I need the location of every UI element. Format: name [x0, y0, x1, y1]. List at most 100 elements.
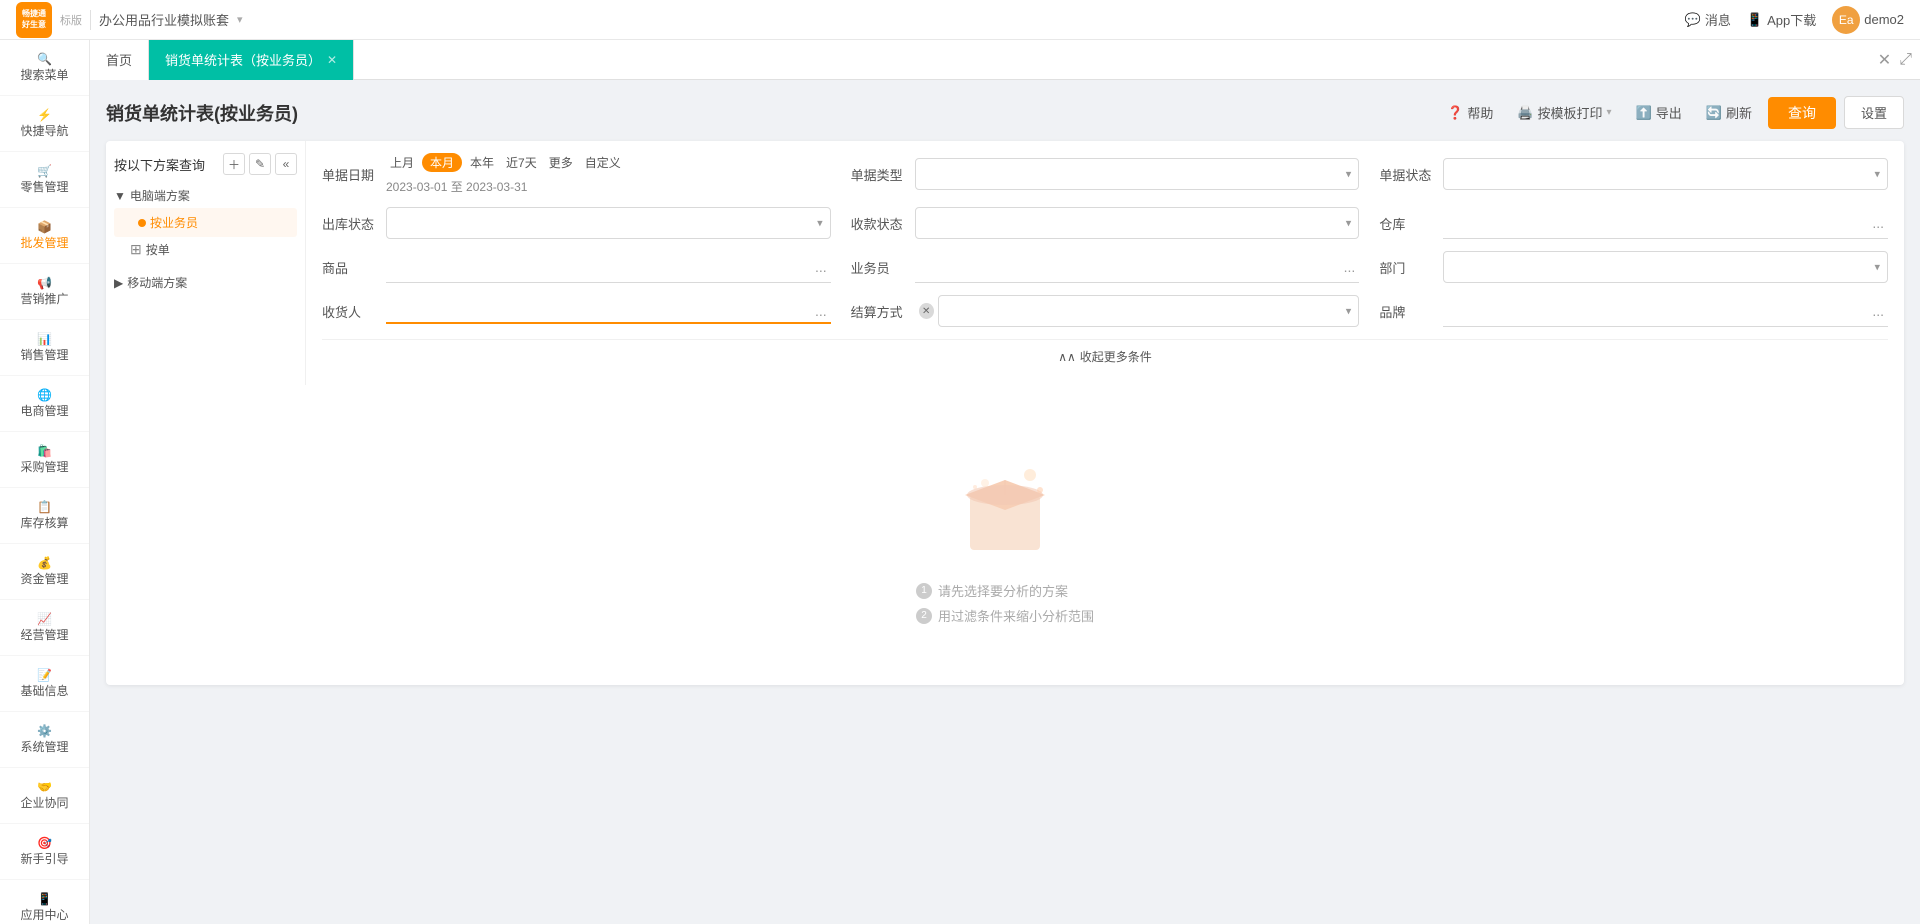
window-close-btn[interactable]: ✕ — [1878, 50, 1891, 70]
bill-status-select-wrapper — [1443, 158, 1888, 190]
sidebar-item-app-center[interactable]: 📱 应用中心 — [0, 880, 89, 924]
sidebar-item-search-menu[interactable]: 🔍 搜索菜单 — [0, 40, 89, 96]
product-dots-icon[interactable]: ... — [815, 259, 827, 275]
empty-tips: 1 请先选择要分析的方案 2 用过滤条件来缩小分析范围 — [916, 581, 1094, 625]
sidebar-item-ops[interactable]: 📈 经营管理 — [0, 600, 89, 656]
enterprise-icon: 🤝 — [4, 780, 85, 794]
bill-type-select[interactable] — [915, 158, 1360, 190]
sidebar-item-sales-mgmt[interactable]: 📊 销售管理 — [0, 320, 89, 376]
finance-icon: 💰 — [4, 556, 85, 570]
app-download-btn[interactable]: 📱 App下载 — [1747, 10, 1816, 29]
salesperson-control: ... — [915, 251, 1360, 283]
app-selector[interactable]: 办公用品行业模拟账套 — [99, 10, 229, 29]
settings-btn[interactable]: 设置 — [1844, 96, 1904, 129]
export-btn[interactable]: ⬆️ 导出 — [1628, 99, 1690, 126]
sidebar-item-finance[interactable]: 💰 资金管理 — [0, 544, 89, 600]
sidebar-label-purchase: 采购管理 — [4, 458, 85, 475]
brand-input[interactable] — [1443, 295, 1888, 327]
scheme-item-order-label: 按单 — [146, 241, 170, 258]
tip-num-1: 1 — [916, 583, 932, 599]
date-tabs: 上月 本月 本年 近7天 更多 自定义 — [386, 153, 625, 172]
sidebar-label-app-center: 应用中心 — [4, 906, 85, 923]
department-label: 部门 — [1379, 258, 1435, 277]
tab-sales-stat[interactable]: 销货单统计表（按业务员） ✕ — [149, 40, 354, 80]
message-btn[interactable]: 💬 消息 — [1685, 10, 1731, 29]
tab-home-label: 首页 — [106, 50, 132, 69]
bill-status-select[interactable] — [1443, 158, 1888, 190]
window-maximize-btn[interactable]: ⤢ — [1899, 51, 1912, 69]
sidebar-item-enterprise[interactable]: 🤝 企业协同 — [0, 768, 89, 824]
warehouse-dots-icon[interactable]: ... — [1872, 215, 1884, 231]
filter-brand: 品牌 ... — [1379, 295, 1888, 327]
filter-row-0: 单据日期 上月 本月 本年 近7天 更多 自定义 — [322, 153, 1888, 195]
receiver-dots-icon[interactable]: ... — [815, 303, 827, 319]
salesperson-dots-icon[interactable]: ... — [1344, 259, 1356, 275]
scheme-item-salesperson[interactable]: 按业务员 — [114, 208, 297, 237]
date-tab-custom[interactable]: 自定义 — [581, 153, 625, 172]
query-btn[interactable]: 查询 — [1768, 97, 1836, 129]
filter-warehouse: 仓库 ... — [1379, 207, 1888, 239]
app-center-icon: 📱 — [4, 892, 85, 906]
settlement-label: 结算方式 — [851, 302, 907, 321]
sidebar-item-basic-info[interactable]: 📝 基础信息 — [0, 656, 89, 712]
scheme-edit-btn[interactable]: ✎ — [249, 153, 271, 175]
warehouse-input[interactable] — [1443, 207, 1888, 239]
sidebar-item-ecommerce[interactable]: 🌐 电商管理 — [0, 376, 89, 432]
empty-svg — [945, 445, 1065, 565]
payment-select[interactable] — [915, 207, 1360, 239]
sidebar-item-marketing[interactable]: 📢 营销推广 — [0, 264, 89, 320]
scheme-actions: ＋ ✎ « — [223, 153, 297, 175]
department-select[interactable] — [1443, 251, 1888, 283]
scheme-section-mobile-header[interactable]: ▶ 移动端方案 — [114, 270, 297, 295]
sidebar-label-inventory: 库存核算 — [4, 514, 85, 531]
sidebar-item-quick-nav[interactable]: ⚡ 快捷导航 — [0, 96, 89, 152]
scheme-section-pc-header[interactable]: ▼ 电脑端方案 — [114, 183, 297, 208]
tab-close-btn[interactable]: ✕ — [327, 53, 337, 67]
sidebar-label-sys-mgmt: 系统管理 — [4, 738, 85, 755]
sidebar-item-retail-mgmt[interactable]: 🛒 零售管理 — [0, 152, 89, 208]
date-tab-more[interactable]: 更多 — [545, 153, 577, 172]
filter-department: 部门 — [1379, 251, 1888, 283]
date-tab-this-month[interactable]: 本月 — [422, 153, 462, 172]
sidebar-item-inventory[interactable]: 📋 库存核算 — [0, 488, 89, 544]
content-area: 首页 销货单统计表（按业务员） ✕ ✕ ⤢ 销货单统计表(按业务员) — [90, 40, 1920, 924]
outbound-select[interactable] — [386, 207, 831, 239]
page-title: 销货单统计表(按业务员) — [106, 100, 298, 126]
collapse-btn[interactable]: ∧∧ 收起更多条件 — [1058, 348, 1152, 365]
scheme-item-by-order[interactable]: ⊞ 按单 — [114, 237, 297, 262]
main-area: 🔍 搜索菜单 ⚡ 快捷导航 🛒 零售管理 📦 批发管理 📢 营销推广 📊 — [0, 40, 1920, 924]
date-label: 单据日期 — [322, 165, 378, 184]
help-btn[interactable]: ❓ 帮助 — [1439, 99, 1501, 126]
receiver-input[interactable] — [386, 299, 831, 324]
refresh-btn[interactable]: 🔄 刷新 — [1698, 99, 1760, 126]
sidebar-item-purchase[interactable]: 🛍️ 采购管理 — [0, 432, 89, 488]
brand-dots-icon[interactable]: ... — [1872, 303, 1884, 319]
filter-bill-type: 单据类型 — [851, 158, 1360, 190]
date-tab-last-month[interactable]: 上月 — [386, 153, 418, 172]
tab-home[interactable]: 首页 — [90, 40, 149, 80]
scheme-add-btn[interactable]: ＋ — [223, 153, 245, 175]
date-tab-this-year[interactable]: 本年 — [466, 153, 498, 172]
scheme-panel-title: 按以下方案查询 ＋ ✎ « — [114, 153, 297, 175]
section-arrow-down: ▼ — [114, 189, 126, 203]
active-dot — [138, 219, 146, 227]
user-avatar[interactable]: Ea demo2 — [1832, 6, 1904, 34]
bill-type-label: 单据类型 — [851, 165, 907, 184]
salesperson-input[interactable] — [915, 251, 1360, 283]
settlement-select[interactable] — [938, 295, 1360, 327]
settlement-clear-btn[interactable]: ✕ — [919, 303, 934, 319]
product-input[interactable] — [386, 251, 831, 283]
template-print-btn[interactable]: 🖨️ 按模板打印 ▾ — [1509, 99, 1619, 126]
section-mobile-label: 移动端方案 — [127, 274, 187, 291]
divider — [90, 10, 91, 30]
date-tab-7days[interactable]: 近7天 — [502, 153, 541, 172]
product-label: 商品 — [322, 258, 378, 277]
help-label: 帮助 — [1467, 103, 1493, 122]
scheme-collapse-btn[interactable]: « — [275, 153, 297, 175]
bill-type-select-wrapper — [915, 158, 1360, 190]
sidebar-item-sys-mgmt[interactable]: ⚙️ 系统管理 — [0, 712, 89, 768]
sidebar-item-wholesale-mgmt[interactable]: 📦 批发管理 — [0, 208, 89, 264]
settlement-select-wrapper: ✕ — [915, 295, 1360, 327]
quick-nav-icon: ⚡ — [4, 108, 85, 122]
sidebar-item-newbie[interactable]: 🎯 新手引导 — [0, 824, 89, 880]
